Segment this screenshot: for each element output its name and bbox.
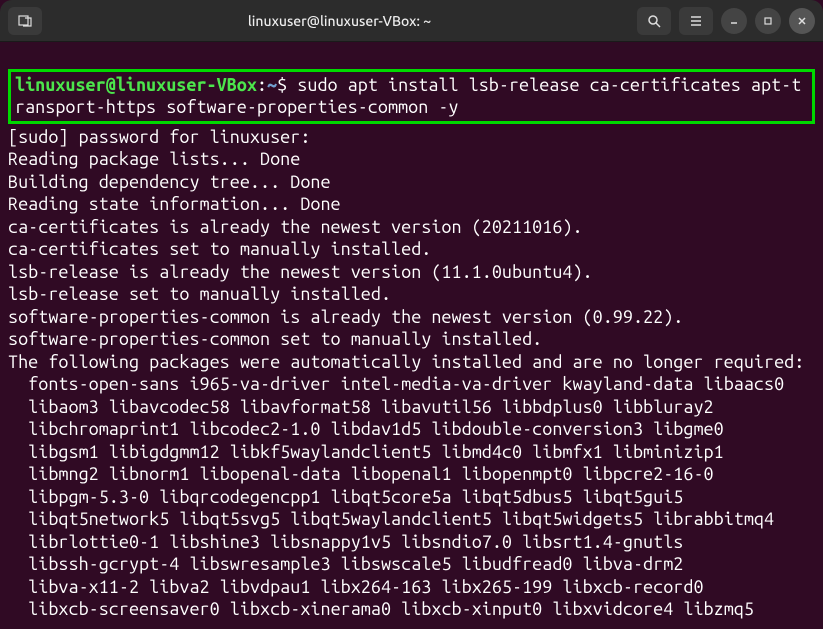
terminal-output[interactable]: linuxuser@linuxuser-VBox:~$ sudo apt ins… [0,42,823,629]
new-tab-button[interactable] [8,7,42,35]
window-title: linuxuser@linuxuser-VBox: ~ [42,13,637,29]
command-highlight-box: linuxuser@linuxuser-VBox:~$ sudo apt ins… [8,69,815,124]
prompt-userhost: linuxuser@linuxuser-VBox [15,75,257,95]
maximize-button[interactable] [755,8,781,34]
terminal-output-text: [sudo] password for linuxuser: Reading p… [8,127,804,620]
prompt-separator: : [257,75,267,95]
close-icon [797,16,807,26]
search-button[interactable] [637,7,671,35]
minimize-icon [729,16,739,26]
close-button[interactable] [789,8,815,34]
titlebar-right-controls [637,7,815,35]
menu-button[interactable] [679,7,713,35]
prompt-symbol: $ [277,75,297,95]
prompt-path: ~ [267,75,277,95]
titlebar: linuxuser@linuxuser-VBox: ~ [0,0,823,42]
titlebar-left-controls [8,7,42,35]
minimize-button[interactable] [721,8,747,34]
search-icon [647,14,661,28]
hamburger-icon [689,14,703,28]
new-tab-icon [18,14,32,28]
maximize-icon [763,16,773,26]
